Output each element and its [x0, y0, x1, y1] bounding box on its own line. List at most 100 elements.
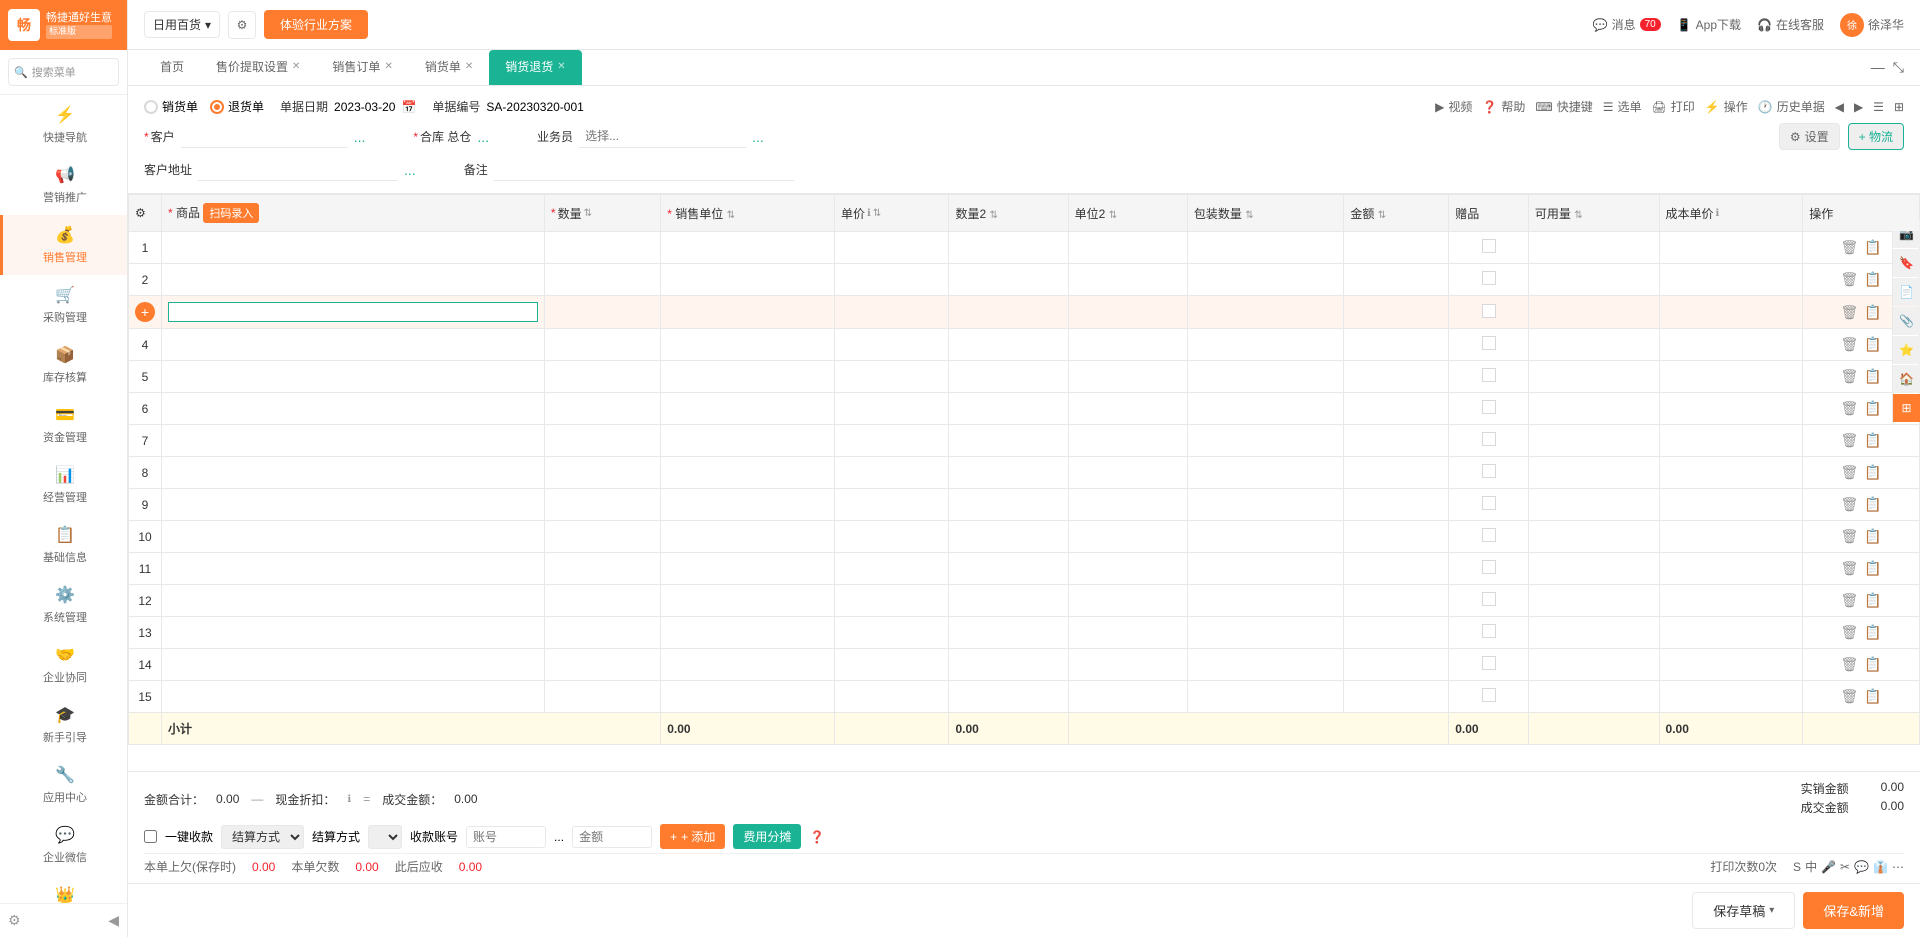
unit-cell[interactable] [661, 393, 835, 425]
sidebar-collapse-button[interactable]: ◀ [108, 912, 119, 929]
amount-cell[interactable] [1344, 393, 1449, 425]
gift-checkbox[interactable] [1482, 464, 1496, 478]
gift-checkbox[interactable] [1482, 271, 1496, 285]
quantity2-cell[interactable] [949, 489, 1068, 521]
chat-icon[interactable]: 💬 [1854, 860, 1869, 874]
gift-checkbox[interactable] [1482, 656, 1496, 670]
print-link[interactable]: 🖨 打印 [1652, 98, 1695, 115]
sidebar-item-appstore[interactable]: 🔧 应用中心 [0, 755, 127, 815]
quantity2-cell[interactable] [949, 457, 1068, 489]
cost-split-button[interactable]: 费用分摊 [733, 824, 801, 849]
sidebar-item-shortcuts[interactable]: ⚡ 快捷导航 [0, 95, 127, 155]
radio-return[interactable]: 退货单 [210, 98, 264, 115]
quantity-cell[interactable] [544, 553, 660, 585]
available-cell[interactable] [1528, 617, 1659, 649]
available-cell[interactable] [1528, 521, 1659, 553]
amount-cell[interactable] [1344, 489, 1449, 521]
sidebar-settings-button[interactable]: ⚙ [8, 912, 21, 929]
amount-cell[interactable] [1344, 681, 1449, 713]
address-picker-button[interactable]: ... [404, 162, 416, 178]
copy-row-button[interactable]: 📋 [1864, 368, 1881, 385]
available-cell[interactable] [1528, 425, 1659, 457]
unit-cell[interactable] [661, 425, 835, 457]
view-grid-icon[interactable]: ⊞ [1894, 100, 1904, 114]
gift-checkbox[interactable] [1482, 592, 1496, 606]
right-tool-copy[interactable]: 📄 [1892, 278, 1920, 306]
sort-icon[interactable]: ⇅ [873, 208, 881, 219]
unit-cell[interactable] [661, 361, 835, 393]
save-draft-button[interactable]: 保存草稿 ▾ [1692, 892, 1795, 929]
delete-row-button[interactable]: 🗑 [1841, 239, 1859, 256]
copy-row-button[interactable]: 📋 [1864, 336, 1881, 353]
cost-price-cell[interactable] [1659, 457, 1803, 489]
unit2-cell[interactable] [1068, 585, 1187, 617]
cost-price-cell[interactable] [1659, 296, 1803, 329]
copy-row-button[interactable]: 📋 [1864, 624, 1881, 641]
delete-row-button[interactable]: 🗑 [1841, 688, 1859, 705]
unit-cell[interactable] [661, 296, 835, 329]
gift-checkbox[interactable] [1482, 368, 1496, 382]
price-cell[interactable] [834, 681, 948, 713]
available-cell[interactable] [1528, 361, 1659, 393]
quantity-cell[interactable] [544, 617, 660, 649]
logistics-button[interactable]: + 物流 [1848, 123, 1904, 150]
quantity2-cell[interactable] [949, 553, 1068, 585]
right-tool-bookmark[interactable]: 🔖 [1892, 249, 1920, 277]
price-cell[interactable] [834, 617, 948, 649]
settings-button[interactable]: ⚙ 设置 [1779, 123, 1840, 150]
product-cell[interactable] [162, 296, 545, 329]
scan-button[interactable]: 扫码录入 [203, 203, 259, 223]
voice-icon[interactable]: 🎤 [1821, 860, 1836, 874]
unit-cell[interactable] [661, 649, 835, 681]
pack-qty-cell[interactable] [1187, 264, 1343, 296]
copy-row-button[interactable]: 📋 [1864, 688, 1881, 705]
cost-split-help-icon[interactable]: ❓ [809, 830, 824, 844]
trial-button[interactable]: 体验行业方案 [264, 10, 368, 39]
quantity-cell[interactable] [544, 457, 660, 489]
available-cell[interactable] [1528, 329, 1659, 361]
gift-checkbox[interactable] [1482, 336, 1496, 350]
amount-cell[interactable] [1344, 329, 1449, 361]
add-row-button[interactable]: + [135, 302, 155, 322]
product-cell[interactable] [162, 264, 545, 296]
sidebar-item-system[interactable]: ⚙️ 系统管理 [0, 575, 127, 635]
unit-cell[interactable] [661, 617, 835, 649]
pack-qty-cell[interactable] [1187, 296, 1343, 329]
available-cell[interactable] [1528, 681, 1659, 713]
discount-info-icon[interactable]: ℹ [347, 794, 351, 805]
unit2-cell[interactable] [1068, 617, 1187, 649]
tab-close-icon[interactable]: ✕ [465, 61, 473, 72]
available-cell[interactable] [1528, 489, 1659, 521]
unit2-cell[interactable] [1068, 329, 1187, 361]
gift-checkbox[interactable] [1482, 304, 1496, 318]
copy-row-button[interactable]: 📋 [1864, 271, 1881, 288]
quantity2-cell[interactable] [949, 649, 1068, 681]
pack-qty-cell[interactable] [1187, 617, 1343, 649]
copy-row-button[interactable]: 📋 [1864, 496, 1881, 513]
calc-method-select[interactable] [368, 825, 402, 849]
gift-checkbox[interactable] [1482, 432, 1496, 446]
unit2-cell[interactable] [1068, 296, 1187, 329]
sidebar-item-purchase[interactable]: 🛒 采购管理 [0, 275, 127, 335]
delete-row-button[interactable]: 🗑 [1841, 400, 1859, 417]
cost-price-cell[interactable] [1659, 393, 1803, 425]
operation-link[interactable]: ⚡ 操作 [1705, 98, 1748, 115]
delete-row-button[interactable]: 🗑 [1841, 368, 1859, 385]
quantity2-cell[interactable] [949, 425, 1068, 457]
delete-row-button[interactable]: 🗑 [1841, 560, 1859, 577]
online-service-button[interactable]: 🎧 在线客服 [1757, 16, 1824, 33]
remark-input[interactable] [494, 158, 794, 181]
cost-price-cell[interactable] [1659, 232, 1803, 264]
quantity2-cell[interactable] [949, 296, 1068, 329]
salesperson-input[interactable] [579, 125, 746, 148]
amount-cell[interactable] [1344, 264, 1449, 296]
product-cell[interactable] [162, 521, 545, 553]
pack-qty-cell[interactable] [1187, 585, 1343, 617]
sort-icon[interactable]: ⇅ [584, 208, 592, 219]
warehouse-picker-button[interactable]: ... [477, 129, 489, 145]
price-cell[interactable] [834, 649, 948, 681]
delete-row-button[interactable]: 🗑 [1841, 336, 1859, 353]
tab-close-icon[interactable]: ✕ [292, 61, 300, 72]
unit2-cell[interactable] [1068, 361, 1187, 393]
quantity-cell[interactable] [544, 681, 660, 713]
